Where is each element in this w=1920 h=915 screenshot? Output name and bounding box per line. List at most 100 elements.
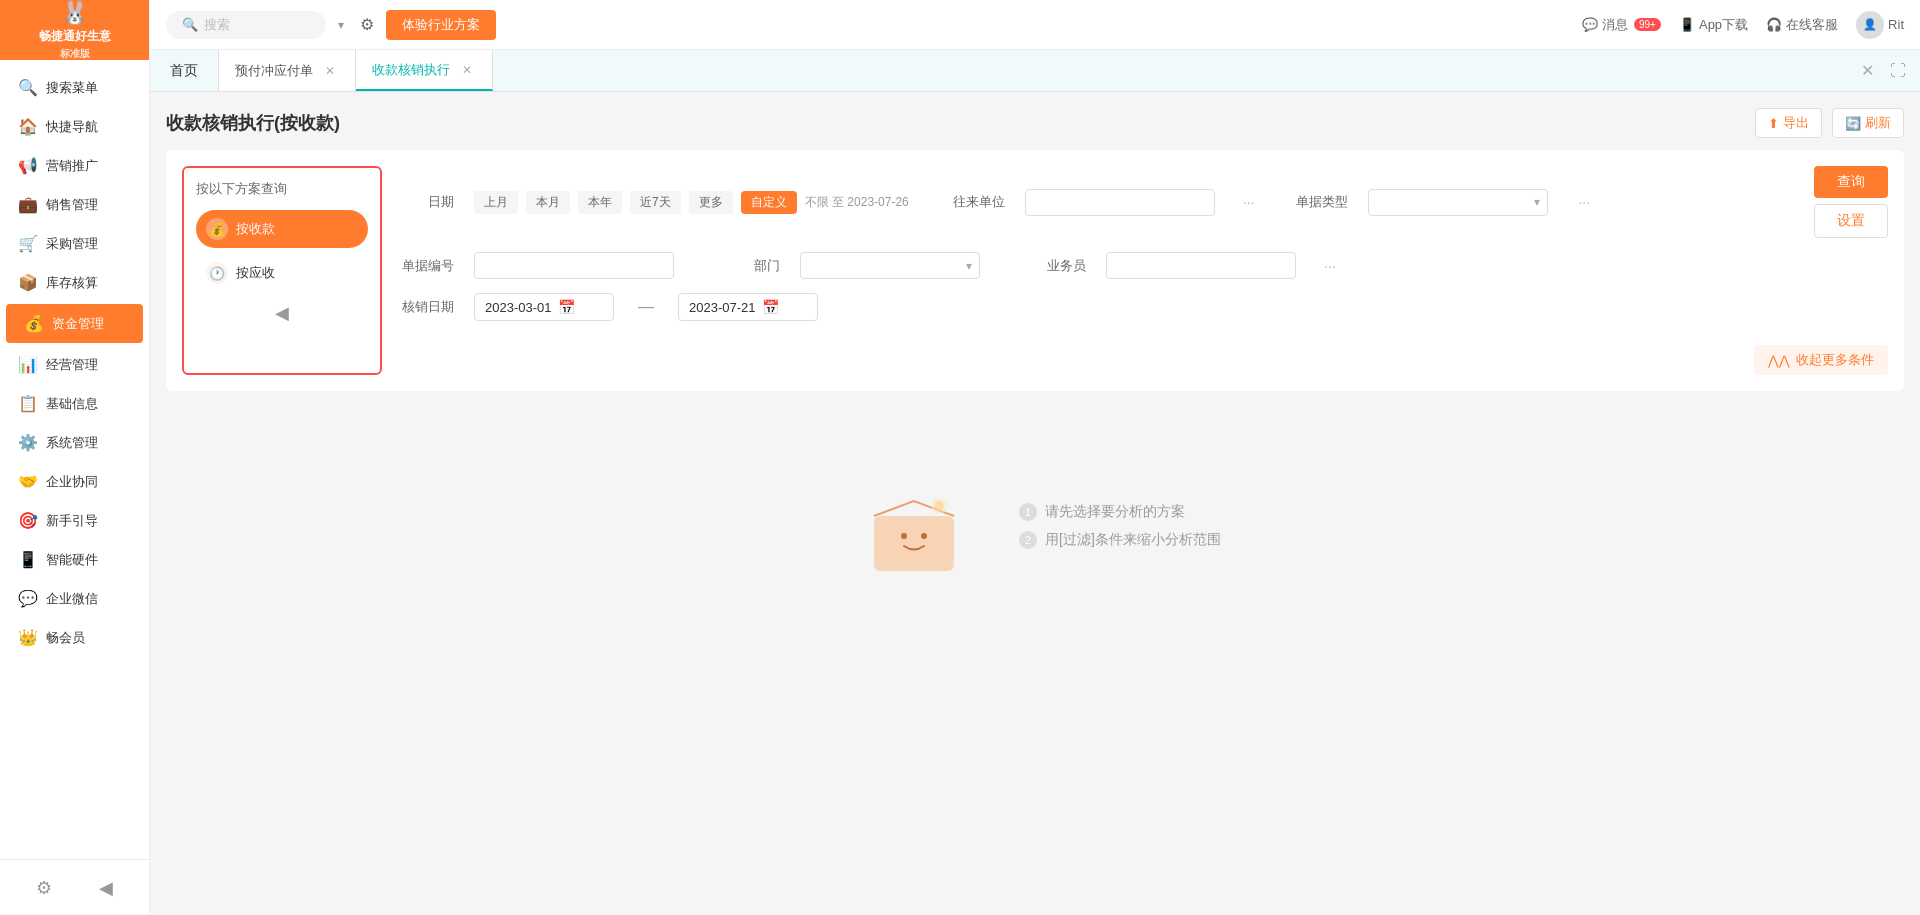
sidebar-item-basic-info[interactable]: 📋 基础信息 [0, 384, 149, 423]
page-header-actions: ⬆ 导出 🔄 刷新 [1755, 108, 1904, 138]
customer-service-label: 在线客服 [1786, 16, 1838, 34]
filter-panel-collapse-icon[interactable]: ◀ [196, 298, 368, 328]
sidebar-item-marketing[interactable]: 📢 营销推广 [0, 146, 149, 185]
doc-number-label: 单据编号 [398, 257, 454, 275]
verify-date-end-input[interactable]: 2023-07-21 📅 [678, 293, 818, 321]
message-badge: 99+ [1634, 18, 1661, 31]
query-button[interactable]: 查询 [1814, 166, 1888, 198]
calendar-start-icon: 📅 [558, 299, 575, 315]
wechat-icon: 💬 [18, 589, 38, 608]
settings-gear-icon[interactable]: ⚙ [30, 871, 58, 905]
date-tab-this-month[interactable]: 本月 [526, 191, 570, 214]
empty-tip-2: 2 用[过滤]条件来缩小分析范围 [1019, 531, 1221, 549]
sidebar-item-management[interactable]: 📊 经营管理 [0, 345, 149, 384]
enterprise-icon: 🤝 [18, 472, 38, 491]
date-label: 日期 [398, 193, 454, 211]
topbar-search[interactable]: 🔍 搜索 [166, 11, 326, 39]
svg-point-2 [901, 533, 907, 539]
sidebar-item-enterprise[interactable]: 🤝 企业协同 [0, 462, 149, 501]
empty-illustration [849, 471, 979, 581]
tab-prepay[interactable]: 预付冲应付单 ✕ [219, 50, 356, 91]
customer-service-item[interactable]: 🎧 在线客服 [1766, 16, 1838, 34]
guide-icon: 🎯 [18, 511, 38, 530]
doc-type-dots[interactable]: ··· [1570, 190, 1598, 214]
topbar-chevron-icon[interactable]: ▾ [338, 18, 344, 32]
home-icon: 🏠 [18, 117, 38, 136]
settings-button[interactable]: 设置 [1814, 204, 1888, 238]
sidebar-item-label: 采购管理 [46, 235, 98, 253]
export-button[interactable]: ⬆ 导出 [1755, 108, 1822, 138]
empty-tip-1-text: 请先选择要分析的方案 [1045, 503, 1185, 521]
sidebar-item-label: 智能硬件 [46, 551, 98, 569]
sidebar-item-label: 搜索菜单 [46, 79, 98, 97]
doc-type-select[interactable] [1368, 189, 1548, 216]
sidebar-item-hardware[interactable]: 📱 智能硬件 [0, 540, 149, 579]
sidebar-item-guide[interactable]: 🎯 新手引导 [0, 501, 149, 540]
tabbar: 首页 预付冲应付单 ✕ 收款核销执行 ✕ ✕ ⛶ [150, 50, 1920, 92]
sidebar-item-label: 销售管理 [46, 196, 98, 214]
topbar-gear-icon[interactable]: ⚙ [360, 15, 374, 34]
filter-option-by-receivable[interactable]: 🕐 按应收 [196, 254, 368, 292]
refresh-button[interactable]: 🔄 刷新 [1832, 108, 1904, 138]
empty-state: 1 请先选择要分析的方案 2 用[过滤]条件来缩小分析范围 [166, 391, 1904, 661]
counterparty-dots[interactable]: ··· [1235, 190, 1263, 214]
home-tab-label: 首页 [170, 62, 198, 80]
empty-tip-1: 1 请先选择要分析的方案 [1019, 503, 1221, 521]
tab-receipt-verify[interactable]: 收款核销执行 ✕ [356, 50, 493, 91]
collapse-sidebar-icon[interactable]: ◀ [93, 871, 119, 905]
sidebar-item-label: 企业协同 [46, 473, 98, 491]
sidebar-item-member[interactable]: 👑 畅会员 [0, 618, 149, 657]
doc-type-select-wrap [1368, 189, 1548, 216]
staff-dots[interactable]: ··· [1316, 254, 1344, 278]
user-info[interactable]: 👤 Rit [1856, 11, 1904, 39]
sidebar-item-label: 营销推广 [46, 157, 98, 175]
doc-number-input[interactable] [474, 252, 674, 279]
date-tab-more[interactable]: 更多 [689, 191, 733, 214]
message-item[interactable]: 💬 消息 99+ [1582, 16, 1661, 34]
sidebar-item-sales[interactable]: 💼 销售管理 [0, 185, 149, 224]
tab-home[interactable]: 首页 [150, 50, 219, 91]
marketing-icon: 📢 [18, 156, 38, 175]
verify-date-start-input[interactable]: 2023-03-01 📅 [474, 293, 614, 321]
sidebar-item-wechat[interactable]: 💬 企业微信 [0, 579, 149, 618]
tabbar-actions: ✕ ⛶ [1857, 50, 1920, 91]
filter-option-by-receivable-label: 按应收 [236, 264, 275, 282]
date-tab-this-year[interactable]: 本年 [578, 191, 622, 214]
receipt-icon: 💰 [206, 218, 228, 240]
export-icon: ⬆ [1768, 116, 1779, 131]
verify-date-label: 核销日期 [398, 298, 454, 316]
tab-receipt-verify-close-icon[interactable]: ✕ [458, 61, 476, 79]
sidebar-item-label: 经营管理 [46, 356, 98, 374]
sidebar-item-inventory[interactable]: 📦 库存核算 [0, 263, 149, 302]
sidebar-item-quick-nav[interactable]: 🏠 快捷导航 [0, 107, 149, 146]
username-label: Rit [1888, 17, 1904, 32]
sidebar-menu: 🔍 搜索菜单 🏠 快捷导航 📢 营销推广 💼 销售管理 🛒 采购管理 📦 库存核… [0, 60, 149, 859]
svg-point-3 [921, 533, 927, 539]
collapse-conditions-button[interactable]: ⋀⋀ 收起更多条件 [1754, 345, 1888, 375]
sidebar-item-finance[interactable]: 💰 资金管理 [6, 304, 143, 343]
date-tab-last-7[interactable]: 近7天 [630, 191, 681, 214]
doc-type-label: 单据类型 [1292, 193, 1348, 211]
sidebar-item-search[interactable]: 🔍 搜索菜单 [0, 68, 149, 107]
staff-input[interactable] [1106, 252, 1296, 279]
inventory-icon: 📦 [18, 273, 38, 292]
tab-prepay-close-icon[interactable]: ✕ [321, 62, 339, 80]
filter-row-3: 核销日期 2023-03-01 📅 — 2023-07-21 📅 [398, 293, 1888, 321]
main-content: 🔍 搜索 ▾ ⚙ 体验行业方案 💬 消息 99+ 📱 App下载 🎧 在线客服 [150, 0, 1920, 915]
sidebar-item-purchase[interactable]: 🛒 采购管理 [0, 224, 149, 263]
date-tab-custom[interactable]: 自定义 [741, 191, 797, 214]
sidebar-item-system[interactable]: ⚙️ 系统管理 [0, 423, 149, 462]
page-title: 收款核销执行(按收款) [166, 111, 340, 135]
basic-info-icon: 📋 [18, 394, 38, 413]
solution-button[interactable]: 体验行业方案 [386, 10, 496, 40]
app-download-item[interactable]: 📱 App下载 [1679, 16, 1748, 34]
purchase-icon: 🛒 [18, 234, 38, 253]
message-label: 消息 [1602, 16, 1628, 34]
close-tab-icon[interactable]: ✕ [1857, 57, 1878, 84]
sidebar-item-label: 企业微信 [46, 590, 98, 608]
filter-option-by-receipt[interactable]: 💰 按收款 [196, 210, 368, 248]
counterparty-input[interactable] [1025, 189, 1215, 216]
department-select[interactable] [800, 252, 980, 279]
expand-tab-icon[interactable]: ⛶ [1886, 58, 1910, 84]
date-tab-last-month[interactable]: 上月 [474, 191, 518, 214]
